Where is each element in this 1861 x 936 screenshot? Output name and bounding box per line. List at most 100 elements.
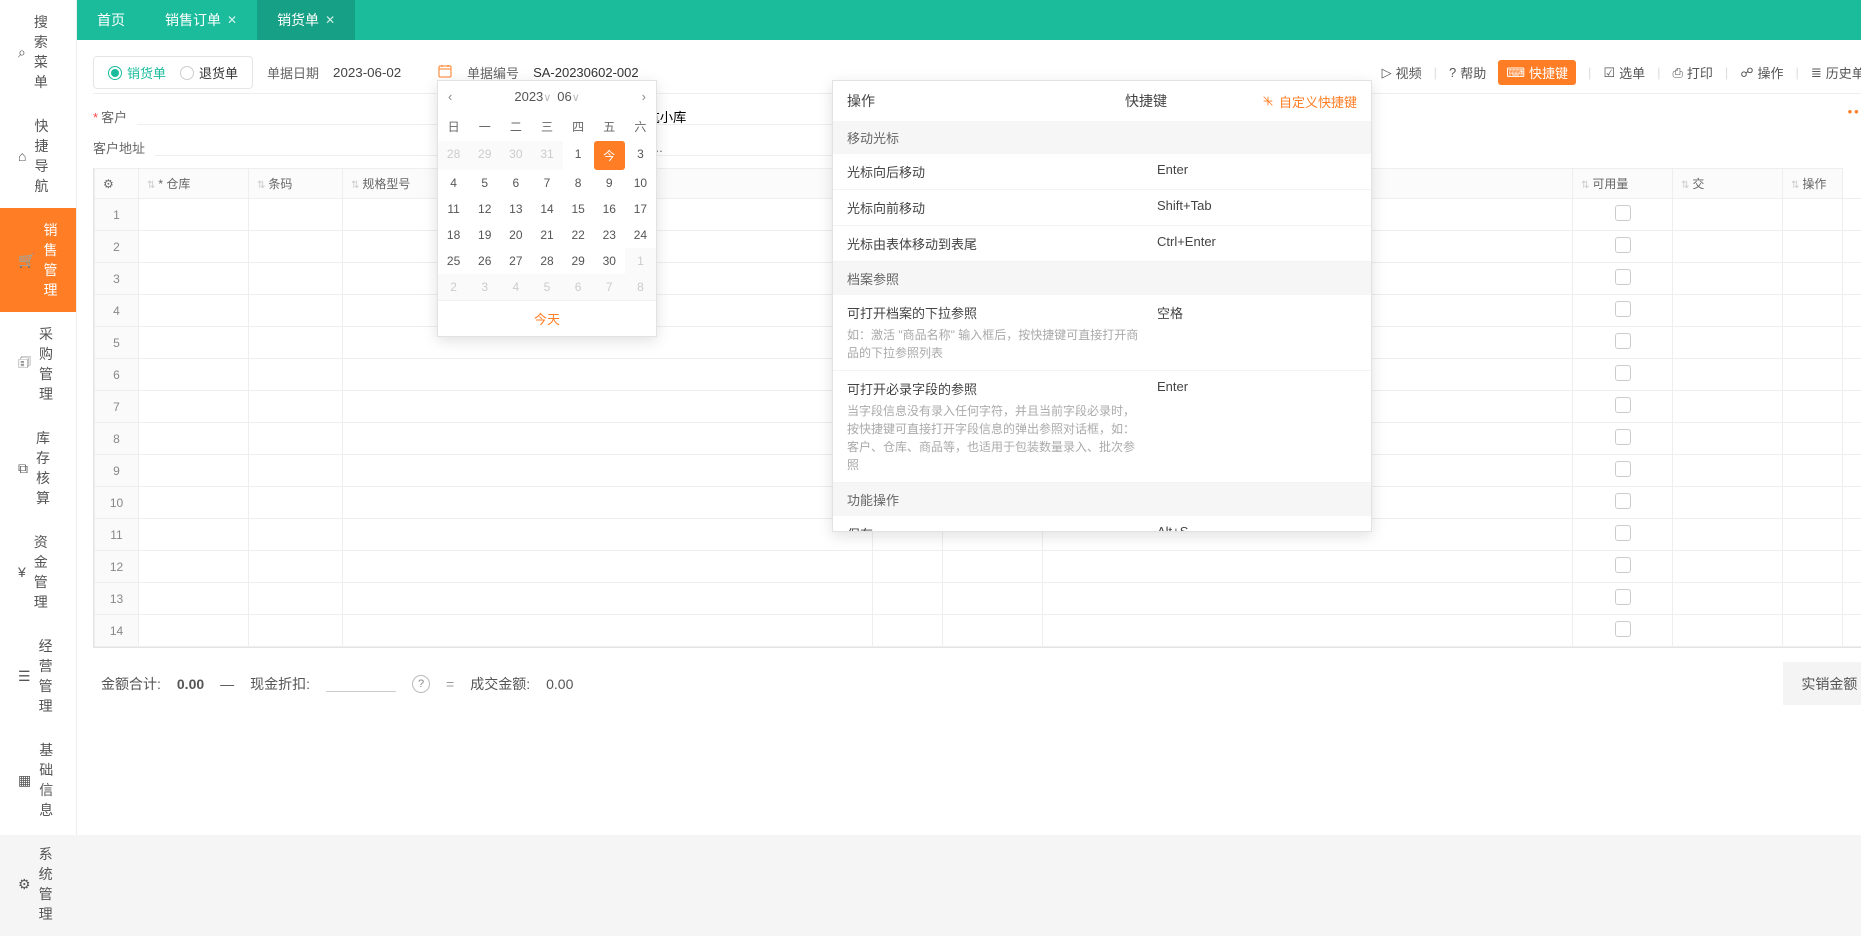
tab-2[interactable]: 销货单✕	[257, 0, 355, 40]
cal-today-button[interactable]: 今天	[438, 300, 656, 336]
due-cell[interactable]	[1783, 519, 1843, 551]
cal-day[interactable]: 今	[594, 141, 625, 170]
cal-day[interactable]: 20	[500, 222, 531, 248]
col-header-8[interactable]: ⇅操作	[1783, 169, 1843, 199]
doc-type-radio-0[interactable]: 销货单	[108, 63, 166, 82]
col-header-1[interactable]: ⇅条码	[249, 169, 343, 199]
cal-day[interactable]: 2	[438, 274, 469, 300]
checkbox-icon[interactable]	[1615, 621, 1631, 637]
sidebar-item-8[interactable]: ⚙系统管理	[0, 832, 76, 936]
cal-day[interactable]: 6	[500, 170, 531, 196]
cal-day[interactable]: 4	[500, 274, 531, 300]
cal-day[interactable]: 29	[469, 141, 500, 170]
cal-day[interactable]: 22	[563, 222, 594, 248]
checkbox-icon[interactable]	[1615, 429, 1631, 445]
sidebar-item-2[interactable]: 🛒销售管理	[0, 208, 76, 312]
gift-cell[interactable]	[1573, 359, 1673, 391]
avail-cell[interactable]	[1673, 231, 1783, 263]
gift-cell[interactable]	[1573, 487, 1673, 519]
toolbar-play[interactable]: ▷视频	[1382, 63, 1422, 82]
cal-day[interactable]: 4	[438, 170, 469, 196]
tab-1[interactable]: 销售订单✕	[145, 0, 257, 40]
toolbar-print[interactable]: ⎙打印	[1673, 63, 1713, 82]
cell[interactable]	[249, 263, 343, 295]
due-cell[interactable]	[1783, 487, 1843, 519]
cell[interactable]	[249, 519, 343, 551]
due-cell[interactable]	[1783, 327, 1843, 359]
due-cell[interactable]	[1783, 359, 1843, 391]
cell[interactable]	[1043, 551, 1573, 583]
gift-cell[interactable]	[1573, 583, 1673, 615]
cell[interactable]	[943, 583, 1043, 615]
sidebar-item-6[interactable]: ☰经营管理	[0, 624, 76, 728]
custom-shortcut-button[interactable]: 自定义快捷键	[1261, 92, 1357, 111]
checkbox-icon[interactable]	[1615, 557, 1631, 573]
cell[interactable]	[139, 615, 249, 647]
sidebar-item-0[interactable]: ⌕搜索菜单	[0, 0, 76, 104]
due-cell[interactable]	[1783, 263, 1843, 295]
cal-day[interactable]: 15	[563, 196, 594, 222]
avail-cell[interactable]	[1673, 615, 1783, 647]
table-row[interactable]: 12🗑❐	[95, 551, 1861, 583]
avail-cell[interactable]	[1673, 391, 1783, 423]
cal-day[interactable]: 7	[531, 170, 562, 196]
cell[interactable]	[249, 295, 343, 327]
gift-cell[interactable]	[1573, 455, 1673, 487]
cell[interactable]	[943, 615, 1043, 647]
table-row[interactable]: 13🗑❐	[95, 583, 1861, 615]
cell[interactable]	[249, 487, 343, 519]
cell[interactable]	[1043, 583, 1573, 615]
due-cell[interactable]	[1783, 199, 1843, 231]
cell[interactable]	[139, 583, 249, 615]
cell[interactable]	[139, 519, 249, 551]
cal-day[interactable]: 18	[438, 222, 469, 248]
close-icon[interactable]: ✕	[227, 13, 237, 27]
cell[interactable]	[873, 551, 943, 583]
date-input[interactable]	[333, 63, 423, 83]
due-cell[interactable]	[1783, 391, 1843, 423]
avail-cell[interactable]	[1673, 583, 1783, 615]
cal-prev-icon[interactable]: ‹	[448, 89, 452, 104]
cal-day[interactable]: 5	[531, 274, 562, 300]
avail-cell[interactable]	[1673, 327, 1783, 359]
cell[interactable]	[249, 455, 343, 487]
cal-month[interactable]: 06∨	[557, 89, 579, 104]
cal-day[interactable]: 17	[625, 196, 656, 222]
cal-day[interactable]: 6	[563, 274, 594, 300]
doc-type-radio-1[interactable]: 退货单	[180, 63, 238, 82]
cal-day[interactable]: 14	[531, 196, 562, 222]
sidebar-item-4[interactable]: ⧉库存核算	[0, 416, 76, 520]
cell[interactable]	[343, 615, 873, 647]
customer-input[interactable]	[137, 109, 483, 125]
due-cell[interactable]	[1783, 231, 1843, 263]
due-cell[interactable]	[1783, 295, 1843, 327]
avail-cell[interactable]	[1673, 359, 1783, 391]
avail-cell[interactable]	[1673, 295, 1783, 327]
cal-day[interactable]: 8	[563, 170, 594, 196]
toolbar-sel[interactable]: ☑选单	[1603, 63, 1645, 82]
cell[interactable]	[1043, 615, 1573, 647]
cell[interactable]	[139, 551, 249, 583]
checkbox-icon[interactable]	[1615, 301, 1631, 317]
cell[interactable]	[249, 231, 343, 263]
cal-day[interactable]: 3	[469, 274, 500, 300]
cell[interactable]	[139, 327, 249, 359]
cell[interactable]	[343, 423, 873, 455]
cal-day[interactable]: 30	[594, 248, 625, 274]
avail-cell[interactable]	[1673, 455, 1783, 487]
cell[interactable]	[343, 455, 873, 487]
cal-day[interactable]: 28	[531, 248, 562, 274]
gift-cell[interactable]	[1573, 615, 1673, 647]
checkbox-icon[interactable]	[1615, 269, 1631, 285]
cal-day[interactable]: 28	[438, 141, 469, 170]
cal-day[interactable]: 16	[594, 196, 625, 222]
sidebar-item-7[interactable]: ▦基础信息	[0, 728, 76, 832]
cal-day[interactable]: 3	[625, 141, 656, 170]
cell[interactable]	[249, 551, 343, 583]
cell[interactable]	[343, 583, 873, 615]
cal-day[interactable]: 24	[625, 222, 656, 248]
cal-day[interactable]: 1	[625, 248, 656, 274]
sidebar-item-5[interactable]: ¥资金管理	[0, 520, 76, 624]
checkbox-icon[interactable]	[1615, 205, 1631, 221]
cell[interactable]	[249, 583, 343, 615]
